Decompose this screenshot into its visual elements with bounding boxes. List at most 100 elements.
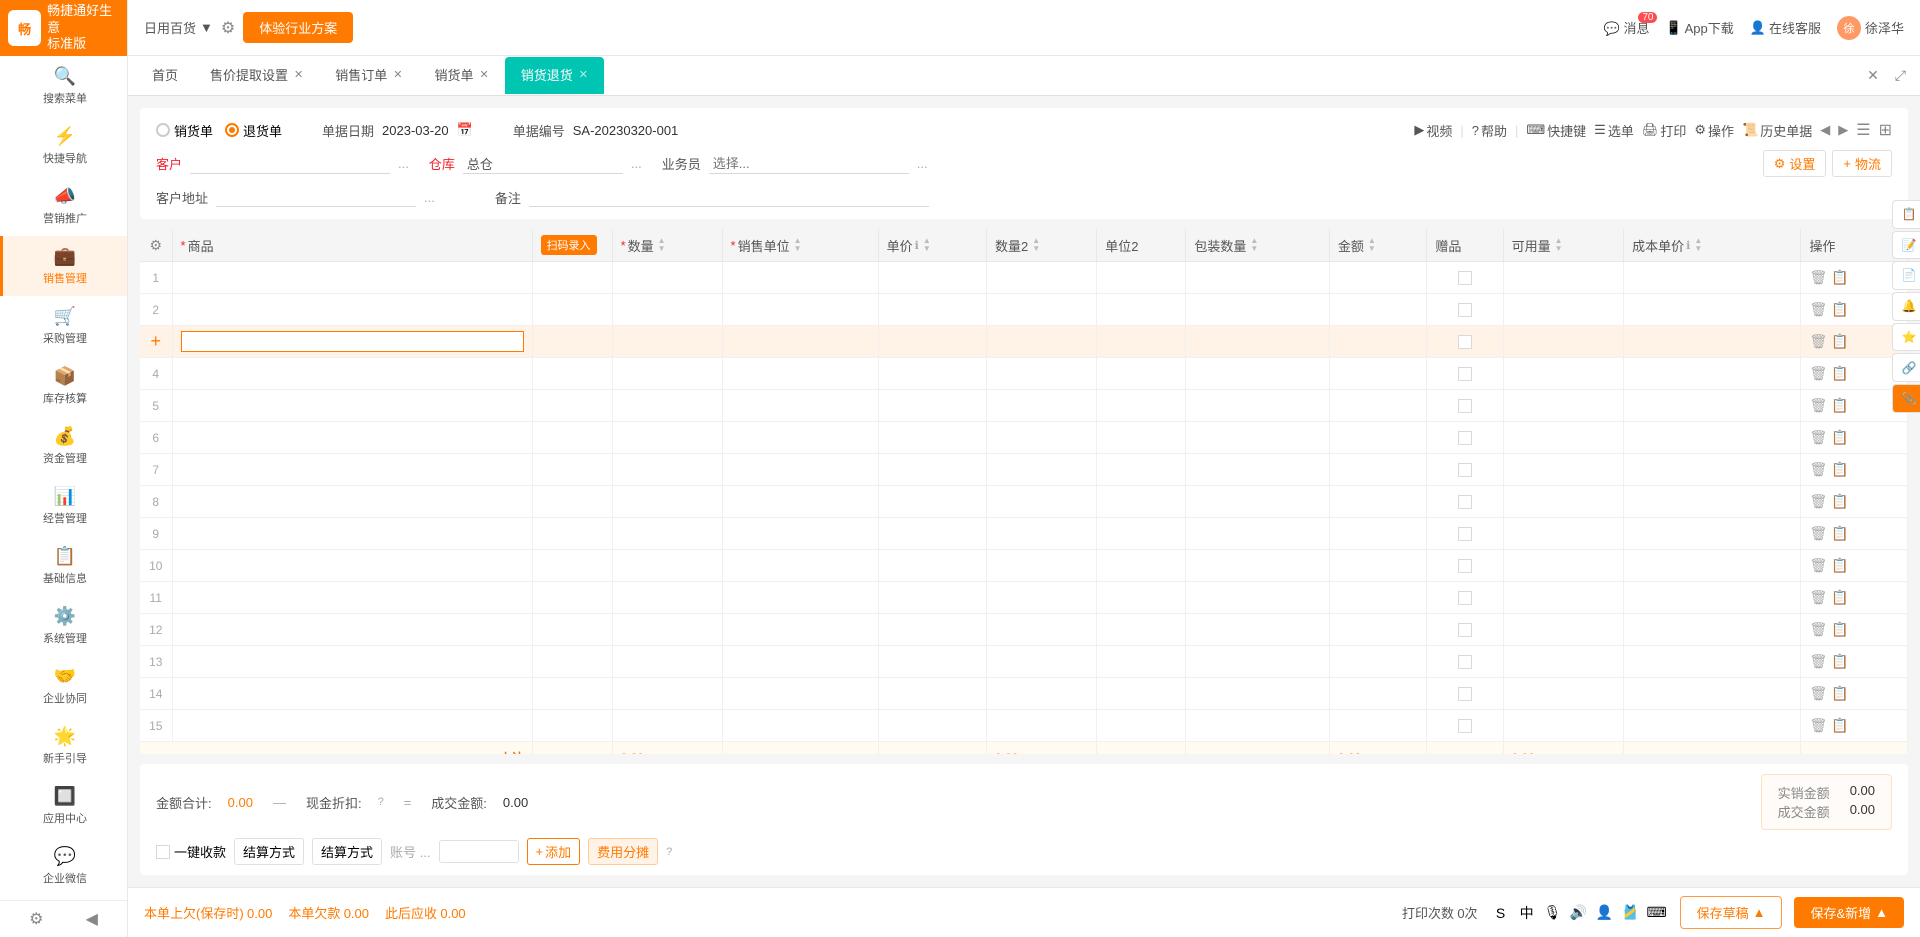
quantity-cell[interactable] — [612, 678, 722, 710]
pkg-qty-cell[interactable] — [1186, 294, 1330, 326]
settings-button[interactable]: ⚙ ⚙ 设置 设置 — [1763, 150, 1827, 177]
remark-input[interactable] — [529, 187, 929, 207]
pkg-qty-cell[interactable] — [1186, 710, 1330, 742]
delete-icon[interactable]: 🗑 — [1809, 685, 1827, 702]
amount-cell[interactable] — [1329, 550, 1426, 582]
gift-cell[interactable] — [1427, 390, 1503, 422]
amount-cell[interactable] — [1329, 646, 1426, 678]
amount-cell[interactable] — [1329, 390, 1426, 422]
qty2-cell[interactable] — [987, 358, 1097, 390]
bottom-icon-1[interactable]: S — [1490, 902, 1512, 924]
pkg-qty-cell[interactable] — [1186, 390, 1330, 422]
unit2-cell[interactable] — [1097, 422, 1186, 454]
gift-cell[interactable] — [1427, 454, 1503, 486]
gift-cell[interactable] — [1427, 518, 1503, 550]
col-settings[interactable]: ⚙ — [140, 229, 172, 262]
copy-icon[interactable]: 📋 — [1831, 685, 1848, 702]
copy-icon[interactable]: 📋 — [1831, 429, 1848, 446]
unit-price-cell[interactable] — [878, 550, 986, 582]
copy-icon[interactable]: 📋 — [1831, 397, 1848, 414]
product-input[interactable] — [181, 331, 524, 352]
salesperson-input[interactable] — [709, 154, 909, 174]
sidebar-item-sales[interactable]: 💼 销售管理 — [0, 236, 127, 296]
unit2-cell[interactable] — [1097, 294, 1186, 326]
copy-icon[interactable]: 📋 — [1831, 557, 1848, 574]
amount-cell[interactable] — [1329, 582, 1426, 614]
available-qty-cell[interactable] — [1503, 518, 1624, 550]
available-qty-cell[interactable] — [1503, 326, 1624, 358]
qty2-cell[interactable] — [987, 646, 1097, 678]
copy-icon[interactable]: 📋 — [1831, 301, 1848, 318]
side-btn-5[interactable]: ⭐ — [1892, 323, 1920, 352]
available-qty-cell[interactable] — [1503, 422, 1624, 454]
warehouse-dots[interactable]: ... — [631, 156, 642, 171]
copy-icon[interactable]: 📋 — [1831, 717, 1848, 734]
radio-return[interactable]: 退货单 — [225, 121, 282, 140]
available-qty-cell[interactable] — [1503, 550, 1624, 582]
gift-checkbox[interactable] — [1458, 559, 1472, 573]
pkg-qty-cell[interactable] — [1186, 422, 1330, 454]
customer-input[interactable] — [190, 154, 390, 174]
app-download-link[interactable]: 📱 App下载 — [1665, 18, 1733, 37]
cost-unit-price-cell[interactable] — [1624, 710, 1801, 742]
quantity-cell[interactable] — [612, 518, 722, 550]
add-logistics-button[interactable]: + 物流 — [1832, 150, 1892, 177]
sales-unit-cell[interactable] — [722, 614, 878, 646]
unit2-cell[interactable] — [1097, 710, 1186, 742]
copy-icon[interactable]: 📋 — [1831, 493, 1848, 510]
gift-checkbox[interactable] — [1458, 687, 1472, 701]
bottom-icon-3[interactable]: 🎙 — [1542, 902, 1564, 924]
qty2-cell[interactable] — [987, 550, 1097, 582]
calendar-icon[interactable]: 📅 — [457, 122, 473, 138]
unit2-cell[interactable] — [1097, 358, 1186, 390]
gift-checkbox[interactable] — [1458, 623, 1472, 637]
nav-prev[interactable]: ◀ — [1820, 122, 1830, 138]
sidebar-item-inventory[interactable]: 📦 库存核算 — [0, 356, 127, 416]
cost-unit-price-cell[interactable] — [1624, 294, 1801, 326]
tab-sales-return-close[interactable]: ✕ — [579, 68, 588, 81]
qty2-cell[interactable] — [987, 582, 1097, 614]
calculation-method-select[interactable]: 结算方式 — [312, 838, 382, 865]
tab-maximize-button[interactable]: ⤢ — [1889, 65, 1912, 86]
column-settings-icon[interactable]: ⚙ — [149, 237, 162, 253]
delete-icon[interactable]: 🗑 — [1809, 301, 1827, 318]
qty-sort-arrows[interactable]: ▲ ▼ — [658, 237, 666, 253]
gift-cell[interactable] — [1427, 550, 1503, 582]
amount-cell[interactable] — [1329, 454, 1426, 486]
cost-unit-price-cell[interactable] — [1624, 582, 1801, 614]
tab-sales-order[interactable]: 销售订单 ✕ — [319, 57, 418, 94]
sidebar-collapse-icon[interactable]: ◀ — [86, 909, 98, 929]
copy-icon[interactable]: 📋 — [1831, 653, 1848, 670]
gift-cell[interactable] — [1427, 486, 1503, 518]
delete-icon[interactable]: 🗑 — [1809, 589, 1827, 606]
bottom-icon-4[interactable]: 🔊 — [1568, 902, 1590, 924]
delete-icon[interactable]: 🗑 — [1809, 525, 1827, 542]
address-input[interactable] — [216, 187, 416, 207]
cost-unit-price-cell[interactable] — [1624, 614, 1801, 646]
unit2-cell[interactable] — [1097, 614, 1186, 646]
available-qty-cell[interactable] — [1503, 678, 1624, 710]
cost-unit-price-cell[interactable] — [1624, 518, 1801, 550]
product-cell[interactable] — [172, 678, 532, 710]
product-cell[interactable] — [172, 422, 532, 454]
up-sort-arrows[interactable]: ▲ ▼ — [923, 237, 931, 253]
product-cell[interactable] — [172, 646, 532, 678]
tab-sales-delivery[interactable]: 销货单 ✕ — [418, 57, 504, 94]
available-qty-cell[interactable] — [1503, 454, 1624, 486]
add-row-button[interactable]: + — [150, 331, 161, 351]
pkg-qty-cell[interactable] — [1186, 358, 1330, 390]
qty2-cell[interactable] — [987, 422, 1097, 454]
side-btn-7[interactable]: 📎 — [1892, 384, 1920, 413]
copy-icon[interactable]: 📋 — [1831, 269, 1848, 286]
available-qty-cell[interactable] — [1503, 358, 1624, 390]
sales-unit-cell[interactable] — [722, 326, 878, 358]
bottom-icon-2[interactable]: 中 — [1516, 902, 1538, 924]
amount-cell[interactable] — [1329, 326, 1426, 358]
qty2-cell[interactable] — [987, 678, 1097, 710]
product-cell[interactable] — [172, 710, 532, 742]
tab-close-all-button[interactable]: ✕ — [1861, 65, 1885, 86]
qty2-cell[interactable] — [987, 486, 1097, 518]
unit-price-cell[interactable] — [878, 614, 986, 646]
amt-sort-arrows[interactable]: ▲ ▼ — [1368, 237, 1376, 253]
sales-unit-cell[interactable] — [722, 454, 878, 486]
